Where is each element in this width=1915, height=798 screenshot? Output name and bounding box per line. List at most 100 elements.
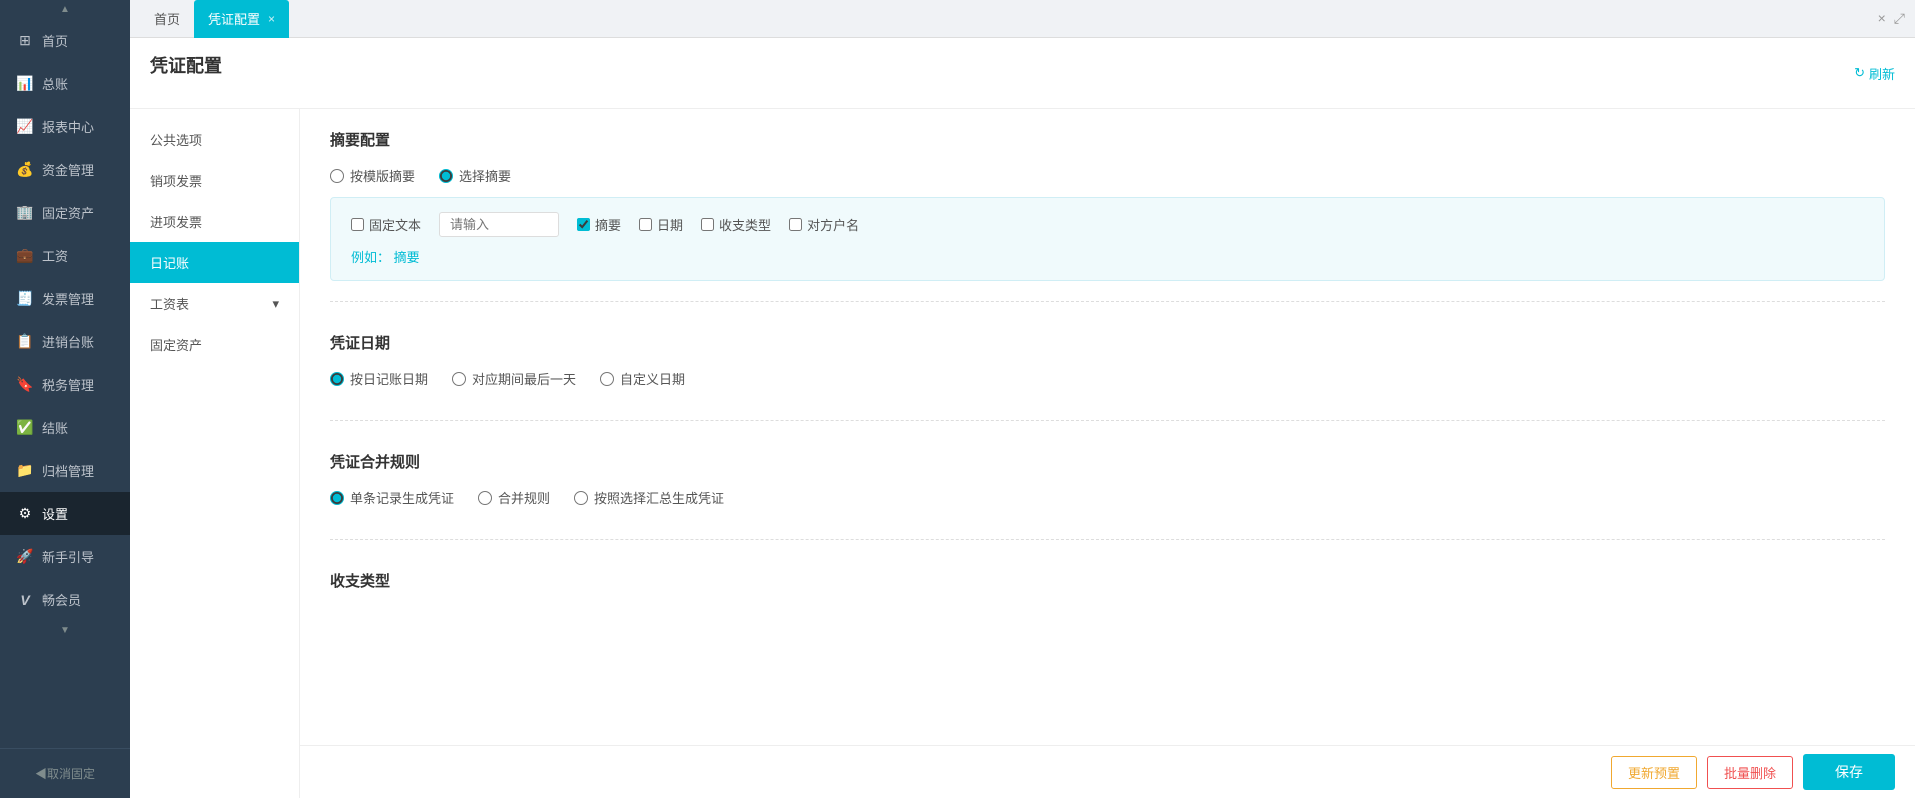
voucher-date-section: 凭证日期 按日记账日期 对应期间最后一天 自定义日期 [330,332,1885,421]
select-merge-option[interactable]: 按照选择汇总生成凭证 [574,488,724,507]
update-preview-button[interactable]: 更新预置 [1611,756,1697,789]
settlement-icon: ✅ [16,419,34,436]
page-header: 凭证配置 ↻ 刷新 [130,38,1915,109]
merge-rule-option[interactable]: 合并规则 [478,488,550,507]
fixed-text-checkbox[interactable] [351,218,364,231]
right-content: 摘要配置 按模版摘要 选择摘要 [300,109,1915,745]
invoice-mgmt-icon: 🧾 [16,290,34,307]
archive-icon: 📁 [16,462,34,479]
last-day-option[interactable]: 对应期间最后一天 [452,369,576,388]
sidebar-scroll-down[interactable]: ▼ [0,621,130,640]
page-title: 凭证配置 [150,52,222,78]
by-journal-date-option[interactable]: 按日记账日期 [330,369,428,388]
date-checkbox-option[interactable]: 日期 [639,215,683,234]
batch-delete-button[interactable]: 批量删除 [1707,756,1793,789]
home-icon: ⊞ [16,32,34,49]
counterparty-checkbox[interactable] [789,218,802,231]
summary-config-box: 固定文本 摘要 日期 [330,197,1885,281]
sidebar-item-settlement[interactable]: ✅ 结账 [0,406,130,449]
sidebar-pin-button[interactable]: ◀取消固定 [0,757,130,790]
sidebar-item-tax[interactable]: 🔖 税务管理 [0,363,130,406]
select-merge-radio[interactable] [574,491,588,505]
sidebar-item-guide[interactable]: 🚀 新手引导 [0,535,130,578]
summary-config-title: 摘要配置 [330,129,1885,150]
refresh-button[interactable]: ↻ 刷新 [1854,64,1895,83]
left-nav: 公共选项 销项发票 进项发票 日记账 工资表 ▾ 固定资产 [130,109,300,798]
sidebar-item-ledger[interactable]: 📊 总账 [0,62,130,105]
merge-rule-radio[interactable] [478,491,492,505]
fixed-text-checkbox-option[interactable]: 固定文本 [351,215,421,234]
tab-voucher-config[interactable]: 凭证配置 × [194,0,289,38]
merge-rules-title: 凭证合并规则 [330,451,1885,472]
refresh-icon: ↻ [1854,65,1865,81]
sidebar-item-funds[interactable]: 💰 资金管理 [0,148,130,191]
sidebar-item-home[interactable]: ⊞ 首页 [0,19,130,62]
left-nav-payroll[interactable]: 工资表 ▾ [130,283,299,324]
fixed-text-input[interactable] [439,212,559,237]
tab-home[interactable]: 首页 [140,0,194,38]
left-nav-journal[interactable]: 日记账 [130,242,299,283]
summary-checkbox[interactable] [577,218,590,231]
by-journal-date-radio[interactable] [330,372,344,386]
content-area: 公共选项 销项发票 进项发票 日记账 工资表 ▾ 固定资产 [130,109,1915,798]
summary-radio-group: 按模版摘要 选择摘要 [330,166,1885,185]
settings-icon: ⚙ [16,505,34,522]
merge-rules-section: 凭证合并规则 单条记录生成凭证 合并规则 按照选择汇总生成凭证 [330,451,1885,540]
funds-icon: 💰 [16,161,34,178]
tab-bar: 首页 凭证配置 × × ⤢ [130,0,1915,38]
voucher-date-radio-group: 按日记账日期 对应期间最后一天 自定义日期 [330,369,1885,388]
reports-icon: 📈 [16,118,34,135]
income-type-checkbox[interactable] [701,218,714,231]
sidebar-item-vip[interactable]: V 畅会员 [0,578,130,621]
income-type-title: 收支类型 [330,570,1885,591]
tab-close-button[interactable]: × [268,12,275,26]
sidebar-item-invoice-mgmt[interactable]: 🧾 发票管理 [0,277,130,320]
main-area: 首页 凭证配置 × × ⤢ 凭证配置 ↻ 刷新 公共选项 销项发票 进 [130,0,1915,798]
window-close-button[interactable]: × [1878,10,1886,27]
salary-icon: 💼 [16,247,34,264]
guide-icon: 🚀 [16,548,34,565]
income-type-checkbox-option[interactable]: 收支类型 [701,215,771,234]
window-controls: × ⤢ [1878,10,1905,27]
summary-config-section: 摘要配置 按模版摘要 选择摘要 [330,129,1885,302]
ledger-icon: 📊 [16,75,34,92]
sidebar-item-archive[interactable]: 📁 归档管理 [0,449,130,492]
window-expand-button[interactable]: ⤢ [1894,10,1905,27]
single-record-radio[interactable] [330,491,344,505]
custom-date-radio[interactable] [600,372,614,386]
single-record-option[interactable]: 单条记录生成凭证 [330,488,454,507]
date-checkbox[interactable] [639,218,652,231]
last-day-radio[interactable] [452,372,466,386]
select-summary-radio[interactable] [439,169,453,183]
save-button[interactable]: 保存 [1803,754,1895,790]
vip-icon: V [16,592,34,608]
left-nav-sales-invoice[interactable]: 销项发票 [130,160,299,201]
template-summary-option[interactable]: 按模版摘要 [330,166,415,185]
left-nav-fixed-assets[interactable]: 固定资产 [130,324,299,365]
sidebar-bottom: ◀取消固定 [0,748,130,798]
example-text: 例如： 摘要 [351,247,1864,266]
sidebar-item-settings[interactable]: ⚙ 设置 [0,492,130,535]
sidebar-item-sales-ledger[interactable]: 📋 进销台账 [0,320,130,363]
sales-ledger-icon: 📋 [16,333,34,350]
merge-rules-radio-group: 单条记录生成凭证 合并规则 按照选择汇总生成凭证 [330,488,1885,507]
chevron-down-icon: ▾ [272,296,279,312]
sidebar-scroll-up[interactable]: ▲ [0,0,130,19]
fixed-assets-icon: 🏢 [16,204,34,221]
sidebar-item-reports[interactable]: 📈 报表中心 [0,105,130,148]
counterparty-checkbox-option[interactable]: 对方户名 [789,215,859,234]
sidebar-item-salary[interactable]: 💼 工资 [0,234,130,277]
tax-icon: 🔖 [16,376,34,393]
summary-checkbox-option[interactable]: 摘要 [577,215,621,234]
voucher-date-title: 凭证日期 [330,332,1885,353]
left-nav-public-options[interactable]: 公共选项 [130,119,299,160]
sidebar-item-fixed-assets[interactable]: 🏢 固定资产 [0,191,130,234]
bottom-bar: 更新预置 批量删除 保存 [300,745,1915,798]
summary-options: 固定文本 摘要 日期 [351,212,1864,237]
select-summary-option[interactable]: 选择摘要 [439,166,511,185]
left-nav-purchase-invoice[interactable]: 进项发票 [130,201,299,242]
custom-date-option[interactable]: 自定义日期 [600,369,685,388]
income-type-section: 收支类型 [330,570,1885,627]
sidebar: ▲ ⊞ 首页 📊 总账 📈 报表中心 💰 资金管理 🏢 固定资产 💼 工资 🧾 … [0,0,130,798]
template-summary-radio[interactable] [330,169,344,183]
